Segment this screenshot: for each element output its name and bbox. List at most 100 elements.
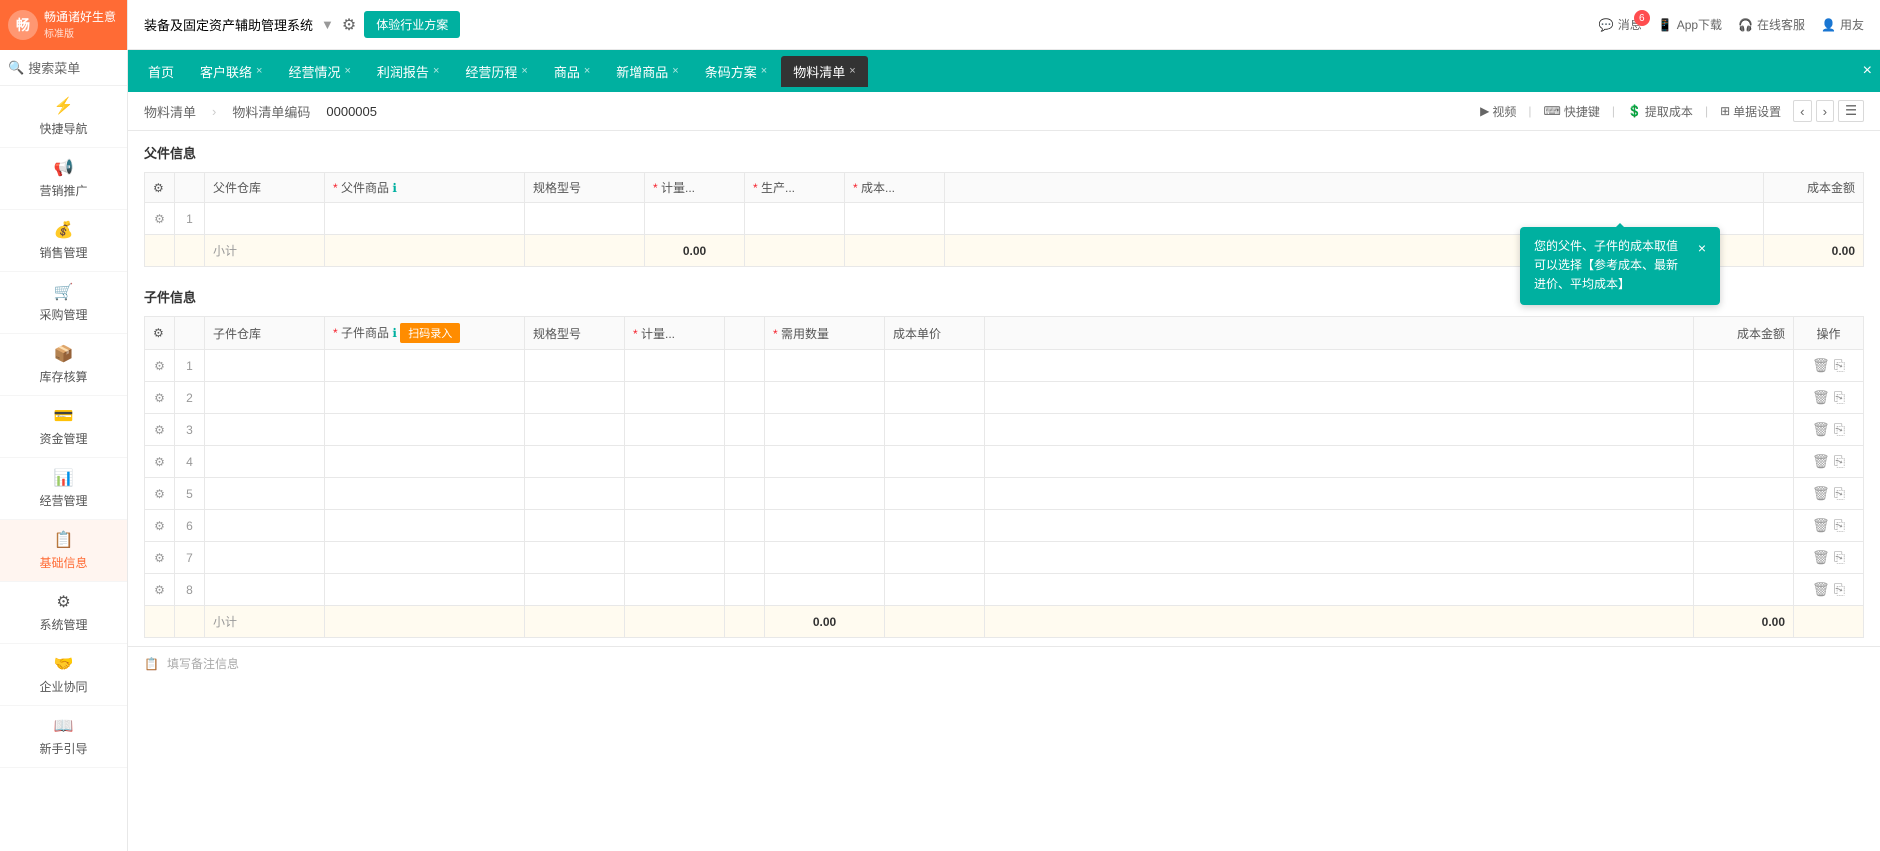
tab-bom-close[interactable]: × <box>849 65 855 77</box>
child-row-4-copy-btn[interactable]: ⎘ <box>1834 453 1845 470</box>
child-row-1-spec[interactable] <box>525 350 625 382</box>
child-row-1-cost-price[interactable] <box>885 350 985 382</box>
child-row-5-qty[interactable] <box>765 478 885 510</box>
child-row-6-settings[interactable]: ⚙ <box>145 510 175 542</box>
child-row-2-delete-btn[interactable]: 🗑 <box>1812 389 1830 406</box>
child-row-7-spec[interactable] <box>525 542 625 574</box>
note-label[interactable]: 填写备注信息 <box>167 655 239 672</box>
sidebar-item-purchase[interactable]: 🛒 采购管理 <box>0 272 127 334</box>
child-row-6-spec[interactable] <box>525 510 625 542</box>
parent-row-1-production[interactable] <box>745 203 845 235</box>
child-row-6-delete-btn[interactable]: 🗑 <box>1812 517 1830 534</box>
sidebar-item-system[interactable]: ⚙ 系统管理 <box>0 582 127 644</box>
child-row-8-cost-price[interactable] <box>885 574 985 606</box>
child-row-4-delete-btn[interactable]: 🗑 <box>1812 453 1830 470</box>
child-row-4-cost-price[interactable] <box>885 446 985 478</box>
child-row-2-settings[interactable]: ⚙ <box>145 382 175 414</box>
child-row-5-unit[interactable] <box>625 478 725 510</box>
child-row-8-unit[interactable] <box>625 574 725 606</box>
child-row-2-qty[interactable] <box>765 382 885 414</box>
child-row-7-cost-price[interactable] <box>885 542 985 574</box>
single-setup-btn[interactable]: ⊞ 单据设置 <box>1720 103 1781 120</box>
child-row-3-product[interactable] <box>325 414 525 446</box>
child-row-7-qty[interactable] <box>765 542 885 574</box>
online-service-btn[interactable]: 🎧 在线客服 <box>1738 16 1805 33</box>
child-row-4-unit[interactable] <box>625 446 725 478</box>
child-row-4-qty[interactable] <box>765 446 885 478</box>
child-row-5-settings[interactable]: ⚙ <box>145 478 175 510</box>
child-row-4-settings[interactable]: ⚙ <box>145 446 175 478</box>
sidebar-item-sales[interactable]: 💰 销售管理 <box>0 210 127 272</box>
child-row-5-delete-btn[interactable]: 🗑 <box>1812 485 1830 502</box>
tab-bom[interactable]: 物料清单 × <box>781 56 867 87</box>
tab-barcode-close[interactable]: × <box>761 65 767 77</box>
tooltip-close-btn[interactable]: × <box>1698 237 1706 259</box>
parent-row-1-unit[interactable] <box>645 203 745 235</box>
parent-row-1-product[interactable] <box>325 203 525 235</box>
view-video-btn[interactable]: ▶ 视频 <box>1480 103 1516 120</box>
child-row-2-unit[interactable] <box>625 382 725 414</box>
tab-profit-report-close[interactable]: × <box>433 65 439 77</box>
sidebar-item-basic-info[interactable]: 📋 基础信息 <box>0 520 127 582</box>
child-row-1-unit[interactable] <box>625 350 725 382</box>
parent-row-1-warehouse[interactable] <box>205 203 325 235</box>
extract-cost-btn[interactable]: 💲 提取成本 <box>1627 103 1693 120</box>
child-col-settings[interactable]: ⚙ <box>145 317 175 350</box>
tab-customer-close[interactable]: × <box>256 65 262 77</box>
child-row-1-delete-btn[interactable]: 🗑 <box>1812 357 1830 374</box>
sidebar-item-marketing[interactable]: 📢 营销推广 <box>0 148 127 210</box>
child-row-1-warehouse[interactable] <box>205 350 325 382</box>
child-row-3-spec[interactable] <box>525 414 625 446</box>
child-row-6-product[interactable] <box>325 510 525 542</box>
child-row-2-cost-price[interactable] <box>885 382 985 414</box>
child-row-6-unit[interactable] <box>625 510 725 542</box>
child-row-8-warehouse[interactable] <box>205 574 325 606</box>
child-row-3-unit[interactable] <box>625 414 725 446</box>
dropdown-icon[interactable]: ▼ <box>321 17 334 32</box>
child-row-3-qty[interactable] <box>765 414 885 446</box>
child-row-7-warehouse[interactable] <box>205 542 325 574</box>
child-row-1-settings[interactable]: ⚙ <box>145 350 175 382</box>
child-row-3-cost-price[interactable] <box>885 414 985 446</box>
parent-row-1-settings[interactable]: ⚙ <box>145 203 175 235</box>
tab-home[interactable]: 首页 <box>136 56 186 87</box>
app-download-btn[interactable]: 📱 App下载 <box>1658 16 1722 33</box>
child-row-8-spec[interactable] <box>525 574 625 606</box>
child-row-2-copy-btn[interactable]: ⎘ <box>1834 389 1845 406</box>
prev-record-btn[interactable]: ‹ <box>1793 100 1811 122</box>
child-row-6-warehouse[interactable] <box>205 510 325 542</box>
tab-new-products-close[interactable]: × <box>672 65 678 77</box>
sidebar-item-quick-nav[interactable]: ⚡ 快捷导航 <box>0 86 127 148</box>
user-btn[interactable]: 👤 用友 <box>1821 16 1864 33</box>
breadcrumb-bom[interactable]: 物料清单 <box>144 102 196 121</box>
scan-input-btn[interactable]: 扫码录入 <box>400 323 460 343</box>
child-product-info-icon[interactable]: ℹ <box>392 326 397 340</box>
child-row-3-settings[interactable]: ⚙ <box>145 414 175 446</box>
child-row-4-spec[interactable] <box>525 446 625 478</box>
child-row-8-copy-btn[interactable]: ⎘ <box>1834 581 1845 598</box>
child-row-1-product[interactable] <box>325 350 525 382</box>
child-row-3-warehouse[interactable] <box>205 414 325 446</box>
sidebar-item-enterprise[interactable]: 🤝 企业协同 <box>0 644 127 706</box>
search-menu[interactable]: 🔍 搜索菜单 <box>0 50 127 86</box>
parent-col-settings[interactable]: ⚙ <box>145 173 175 203</box>
child-row-7-product[interactable] <box>325 542 525 574</box>
tab-products-close[interactable]: × <box>584 65 590 77</box>
shortcut-btn[interactable]: ⌨ 快捷键 <box>1544 103 1600 120</box>
child-row-4-product[interactable] <box>325 446 525 478</box>
child-row-5-copy-btn[interactable]: ⎘ <box>1834 485 1845 502</box>
sidebar-item-guide[interactable]: 📖 新手引导 <box>0 706 127 768</box>
grid-view-btn[interactable]: ☰ <box>1838 100 1864 122</box>
message-btn[interactable]: 💬 6 消息 <box>1599 16 1642 33</box>
tab-barcode[interactable]: 条码方案 × <box>693 56 779 87</box>
child-row-5-spec[interactable] <box>525 478 625 510</box>
tab-new-products[interactable]: 新增商品 × <box>604 56 690 87</box>
child-row-7-delete-btn[interactable]: 🗑 <box>1812 549 1830 566</box>
sidebar-item-inventory[interactable]: 📦 库存核算 <box>0 334 127 396</box>
child-row-5-product[interactable] <box>325 478 525 510</box>
child-row-7-settings[interactable]: ⚙ <box>145 542 175 574</box>
child-row-7-unit[interactable] <box>625 542 725 574</box>
parent-row-1-cost[interactable] <box>845 203 945 235</box>
parent-product-info-icon[interactable]: ℹ <box>392 181 397 195</box>
tab-products[interactable]: 商品 × <box>542 56 602 87</box>
